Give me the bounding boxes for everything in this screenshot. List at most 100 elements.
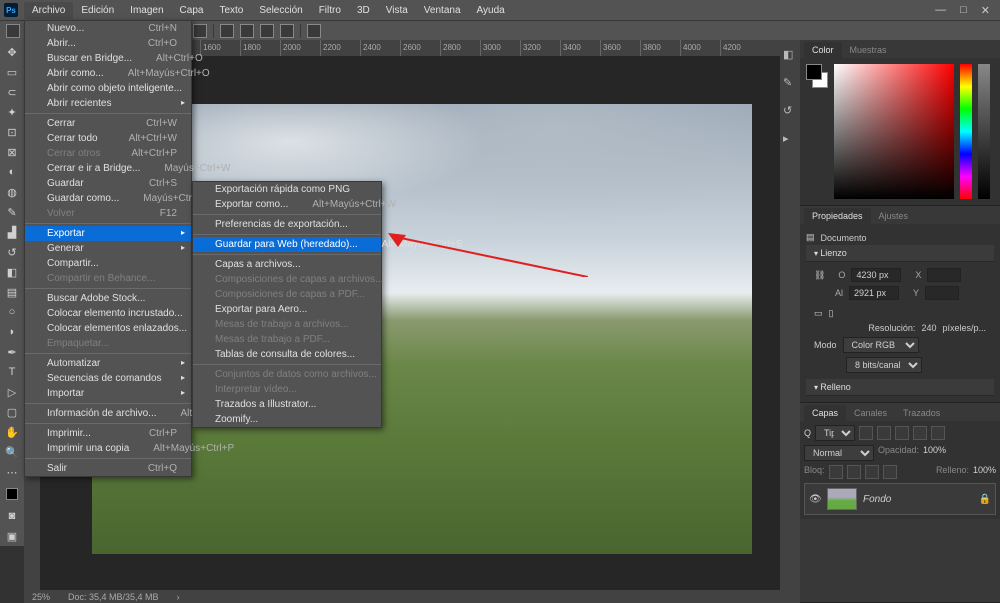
crop-tool[interactable]: ⊡: [1, 123, 23, 141]
menu-selección[interactable]: Selección: [251, 2, 310, 19]
dodge-tool[interactable]: ◗: [1, 323, 23, 341]
tab-paths[interactable]: Trazados: [895, 405, 948, 421]
text-tool[interactable]: T: [1, 363, 23, 381]
opacity-value[interactable]: 100%: [923, 445, 946, 461]
menu-texto[interactable]: Texto: [211, 2, 251, 19]
menu-item[interactable]: GuardarCtrl+S: [25, 176, 191, 191]
fill-accordion[interactable]: Relleno: [806, 379, 994, 396]
menu-item[interactable]: Exportar: [25, 226, 191, 241]
menu-item[interactable]: Guardar como...Mayús+Ctrl+S: [25, 191, 191, 206]
filter-icon[interactable]: [895, 426, 909, 440]
menu-item[interactable]: Buscar Adobe Stock...: [25, 291, 191, 306]
menu-item[interactable]: Imprimir...Ctrl+P: [25, 426, 191, 441]
align-icon[interactable]: [193, 24, 207, 38]
chevron-right-icon[interactable]: ›: [177, 592, 180, 602]
layer-filter-select[interactable]: Tipo: [815, 425, 855, 441]
layer-row[interactable]: 👁 Fondo 🔒: [804, 483, 996, 515]
hand-tool[interactable]: ✋: [1, 423, 23, 441]
hue-slider[interactable]: [960, 64, 972, 199]
menu-archivo[interactable]: Archivo: [24, 2, 73, 19]
menu-item[interactable]: Nuevo...Ctrl+N: [25, 21, 191, 36]
zoom-level[interactable]: 25%: [32, 592, 50, 602]
color-swatch[interactable]: [1, 483, 23, 505]
menu-item[interactable]: Exportación rápida como PNG: [193, 182, 381, 197]
orientation-icon[interactable]: ▭: [814, 308, 823, 319]
menu-item[interactable]: Guardar para Web (heredado)...Alt+Mayús+…: [193, 237, 381, 252]
eyedropper-tool[interactable]: ◐: [1, 163, 23, 181]
minimize-button[interactable]: —: [935, 4, 946, 17]
tab-swatches[interactable]: Muestras: [842, 42, 895, 58]
menu-3d[interactable]: 3D: [349, 2, 378, 19]
move-tool[interactable]: ✥: [1, 43, 23, 61]
path-tool[interactable]: ▷: [1, 383, 23, 401]
close-button[interactable]: ✕: [981, 4, 990, 17]
tab-layers[interactable]: Capas: [804, 405, 846, 421]
menu-item[interactable]: Cerrar e ir a Bridge...Mayús+Ctrl+W: [25, 161, 191, 176]
layer-thumbnail[interactable]: [827, 488, 857, 510]
quickmask-tool[interactable]: ◙: [1, 507, 23, 525]
menu-item[interactable]: Abrir como objeto inteligente...: [25, 81, 191, 96]
menu-item[interactable]: Buscar en Bridge...Alt+Ctrl+O: [25, 51, 191, 66]
tab-adjustments[interactable]: Ajustes: [871, 208, 917, 224]
menu-item[interactable]: Exportar como...Alt+Mayús+Ctrl+W: [193, 197, 381, 212]
actions-icon[interactable]: ▸: [783, 132, 797, 146]
menu-item[interactable]: Zoomify...: [193, 412, 381, 427]
stamp-tool[interactable]: ▟: [1, 223, 23, 241]
lock-icon[interactable]: [865, 465, 879, 479]
brush-tool[interactable]: ✎: [1, 203, 23, 221]
shape-tool[interactable]: ▢: [1, 403, 23, 421]
filter-icon[interactable]: [859, 426, 873, 440]
filter-icon[interactable]: [913, 426, 927, 440]
lasso-tool[interactable]: ⊂: [1, 83, 23, 101]
menu-item[interactable]: Secuencias de comandos: [25, 371, 191, 386]
maximize-button[interactable]: □: [960, 4, 967, 17]
3d-mode-icon[interactable]: [307, 24, 321, 38]
menu-item[interactable]: Información de archivo...Alt+Mayús+Ctrl+…: [25, 406, 191, 421]
history-brush-tool[interactable]: ↺: [1, 243, 23, 261]
orientation-icon[interactable]: ▯: [829, 308, 834, 319]
menu-vista[interactable]: Vista: [378, 2, 416, 19]
menu-item[interactable]: Abrir...Ctrl+O: [25, 36, 191, 51]
pen-tool[interactable]: ✒: [1, 343, 23, 361]
distribute-icon[interactable]: [220, 24, 234, 38]
history-icon[interactable]: ↺: [783, 104, 797, 118]
home-icon[interactable]: [6, 24, 20, 38]
screen-mode[interactable]: ▣: [1, 527, 23, 545]
gradient-tool[interactable]: ▤: [1, 283, 23, 301]
menu-item[interactable]: Colocar elementos enlazados...: [25, 321, 191, 336]
menu-item[interactable]: Imprimir una copiaAlt+Mayús+Ctrl+P: [25, 441, 191, 456]
visibility-icon[interactable]: 👁: [809, 494, 821, 505]
menu-item[interactable]: Preferencias de exportación...: [193, 217, 381, 232]
y-input[interactable]: [925, 286, 959, 300]
menu-ayuda[interactable]: Ayuda: [469, 2, 513, 19]
distribute-icon[interactable]: [240, 24, 254, 38]
marquee-tool[interactable]: ▭: [1, 63, 23, 81]
distribute-icon[interactable]: [260, 24, 274, 38]
color-mode-select[interactable]: Color RGB: [843, 337, 919, 353]
link-icon[interactable]: ⛓: [814, 270, 825, 281]
zoom-tool[interactable]: 🔍: [1, 443, 23, 461]
tab-channels[interactable]: Canales: [846, 405, 895, 421]
menu-capa[interactable]: Capa: [172, 2, 212, 19]
menu-item[interactable]: Trazados a Illustrator...: [193, 397, 381, 412]
menu-item[interactable]: Exportar para Aero...: [193, 302, 381, 317]
menu-ventana[interactable]: Ventana: [416, 2, 469, 19]
menu-item[interactable]: Capas a archivos...: [193, 257, 381, 272]
menu-item[interactable]: SalirCtrl+Q: [25, 461, 191, 476]
menu-edición[interactable]: Edición: [73, 2, 122, 19]
menu-filtro[interactable]: Filtro: [311, 2, 349, 19]
eraser-tool[interactable]: ◧: [1, 263, 23, 281]
menu-item[interactable]: Compartir...: [25, 256, 191, 271]
filter-icon[interactable]: [931, 426, 945, 440]
menu-item[interactable]: CerrarCtrl+W: [25, 116, 191, 131]
menu-item[interactable]: Importar: [25, 386, 191, 401]
tab-color[interactable]: Color: [804, 42, 842, 58]
menu-item[interactable]: Colocar elemento incrustado...: [25, 306, 191, 321]
frame-tool[interactable]: ⊠: [1, 143, 23, 161]
brush-panel-icon[interactable]: ✎: [783, 76, 797, 90]
panel-icon[interactable]: ◧: [783, 48, 797, 62]
fill-value[interactable]: 100%: [973, 465, 996, 479]
canvas-accordion[interactable]: Lienzo: [806, 245, 994, 262]
distribute-icon[interactable]: [280, 24, 294, 38]
wand-tool[interactable]: ✦: [1, 103, 23, 121]
